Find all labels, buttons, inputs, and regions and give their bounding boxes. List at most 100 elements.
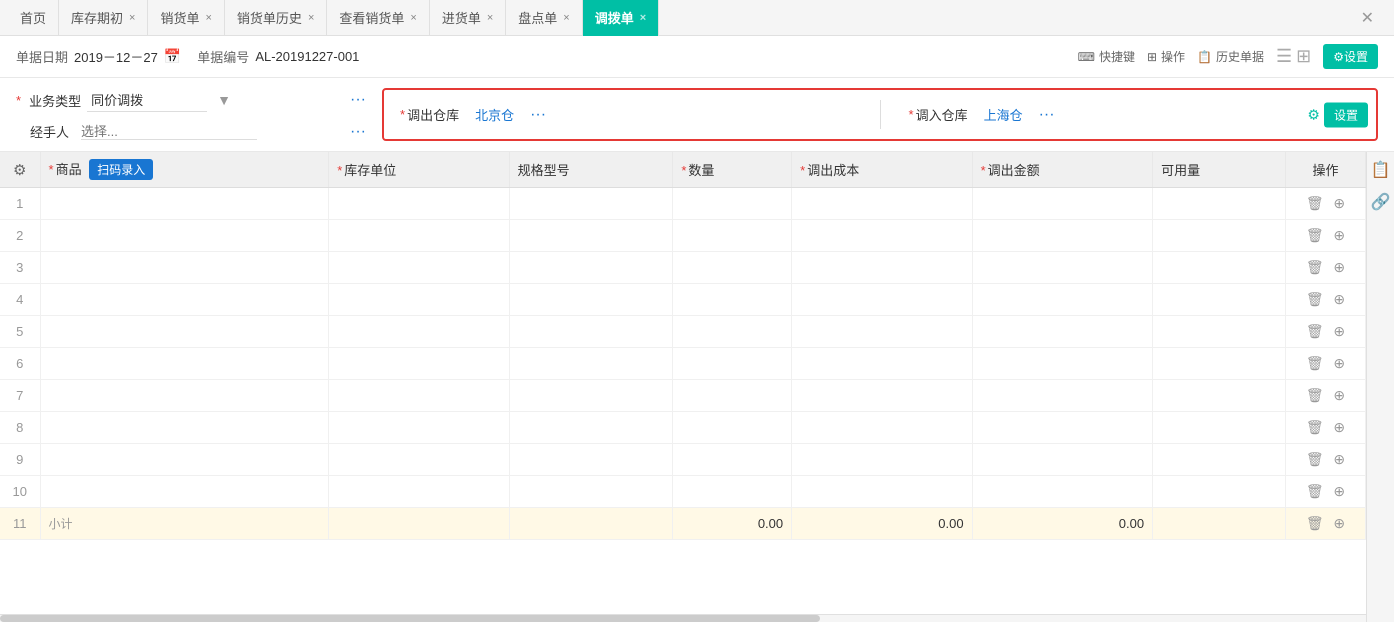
table-container[interactable]: ⚙ 商品 扫码录入 库存单位 规格型号 数量 调出成本 调出金额 可用量 操作	[0, 152, 1366, 614]
unit-cell-8[interactable]	[329, 412, 509, 444]
copy-icon-3[interactable]: ⊕	[1333, 259, 1345, 275]
tab-sales-order[interactable]: 销货单 ×	[148, 0, 224, 36]
tab-inventory-count[interactable]: 盘点单 ×	[506, 0, 582, 36]
business-type-more-icon[interactable]: ···	[350, 91, 366, 109]
product-cell-4[interactable]	[40, 284, 329, 316]
delete-icon-7[interactable]: 🗑	[1306, 387, 1324, 403]
tab-close-sales-history[interactable]: ×	[308, 12, 314, 24]
delete-icon-4[interactable]: 🗑	[1306, 291, 1324, 307]
in-warehouse-value[interactable]: 上海仓	[984, 105, 1023, 124]
date-value[interactable]: 2019－12－27	[74, 47, 158, 66]
copy-icon-11[interactable]: ⊕	[1333, 515, 1345, 531]
product-cell-10[interactable]	[40, 476, 329, 508]
tab-close-view-sales[interactable]: ×	[410, 12, 416, 24]
tab-close-sales-order[interactable]: ×	[205, 12, 211, 24]
sidebar-document-icon[interactable]: 📋	[1371, 160, 1391, 180]
unit-cell-2[interactable]	[329, 220, 509, 252]
horizontal-scrollbar[interactable]	[0, 614, 1366, 622]
tab-purchase-order[interactable]: 进货单 ×	[430, 0, 506, 36]
tab-sales-history[interactable]: 销货单历史 ×	[225, 0, 327, 36]
spec-cell-5[interactable]	[509, 316, 673, 348]
table-gear-icon[interactable]: ⚙	[13, 162, 26, 179]
amount-cell-10[interactable]	[972, 476, 1152, 508]
cost-cell-6[interactable]	[792, 348, 972, 380]
delete-icon-1[interactable]: 🗑	[1306, 195, 1324, 211]
tab-view-sales[interactable]: 查看销货单 ×	[327, 0, 429, 36]
handler-input[interactable]	[81, 124, 257, 140]
amount-cell-2[interactable]	[972, 220, 1152, 252]
unit-cell-10[interactable]	[329, 476, 509, 508]
delete-icon-5[interactable]: 🗑	[1306, 323, 1324, 339]
copy-icon-1[interactable]: ⊕	[1333, 195, 1345, 211]
amount-cell-6[interactable]	[972, 348, 1152, 380]
unit-cell-6[interactable]	[329, 348, 509, 380]
quantity-cell-8[interactable]	[673, 412, 792, 444]
cost-cell-5[interactable]	[792, 316, 972, 348]
business-type-dropdown-icon[interactable]: ▼	[217, 92, 231, 108]
product-cell-8[interactable]	[40, 412, 329, 444]
layout-list-icon[interactable]: ☰	[1276, 46, 1292, 67]
delete-icon-10[interactable]: 🗑	[1306, 483, 1324, 499]
product-cell-3[interactable]	[40, 252, 329, 284]
sidebar-expand-icon[interactable]: 🔗	[1371, 192, 1391, 212]
quantity-cell-7[interactable]	[673, 380, 792, 412]
spec-cell-4[interactable]	[509, 284, 673, 316]
tab-close-inventory-init[interactable]: ×	[129, 12, 135, 24]
amount-cell-5[interactable]	[972, 316, 1152, 348]
delete-icon-11[interactable]: 🗑	[1306, 515, 1324, 531]
copy-icon-4[interactable]: ⊕	[1333, 291, 1345, 307]
product-cell-2[interactable]	[40, 220, 329, 252]
spec-cell-8[interactable]	[509, 412, 673, 444]
copy-icon-10[interactable]: ⊕	[1333, 483, 1345, 499]
copy-icon-2[interactable]: ⊕	[1333, 227, 1345, 243]
delete-icon-6[interactable]: 🗑	[1306, 355, 1324, 371]
product-cell-1[interactable]	[40, 188, 329, 220]
quantity-cell-4[interactable]	[673, 284, 792, 316]
delete-icon-3[interactable]: 🗑	[1306, 259, 1324, 275]
amount-cell-8[interactable]	[972, 412, 1152, 444]
amount-cell-3[interactable]	[972, 252, 1152, 284]
quantity-cell-2[interactable]	[673, 220, 792, 252]
cost-cell-2[interactable]	[792, 220, 972, 252]
copy-icon-6[interactable]: ⊕	[1333, 355, 1345, 371]
cost-cell-1[interactable]	[792, 188, 972, 220]
tab-close-purchase-order[interactable]: ×	[487, 12, 493, 24]
product-cell-6[interactable]	[40, 348, 329, 380]
unit-cell-1[interactable]	[329, 188, 509, 220]
copy-icon-7[interactable]: ⊕	[1333, 387, 1345, 403]
cost-cell-4[interactable]	[792, 284, 972, 316]
spec-cell-9[interactable]	[509, 444, 673, 476]
quantity-cell-10[interactable]	[673, 476, 792, 508]
cost-cell-9[interactable]	[792, 444, 972, 476]
scan-button[interactable]: 扫码录入	[89, 159, 153, 180]
spec-cell-6[interactable]	[509, 348, 673, 380]
quantity-cell-3[interactable]	[673, 252, 792, 284]
quantity-cell-1[interactable]	[673, 188, 792, 220]
handler-more-icon[interactable]: ···	[350, 123, 366, 141]
amount-cell-7[interactable]	[972, 380, 1152, 412]
tab-home[interactable]: 首页	[8, 0, 59, 36]
out-warehouse-value[interactable]: 北京仓	[475, 105, 514, 124]
copy-icon-5[interactable]: ⊕	[1333, 323, 1345, 339]
form-setting-button[interactable]: 设置	[1324, 102, 1368, 127]
unit-cell-7[interactable]	[329, 380, 509, 412]
business-type-value[interactable]: 同价调拨	[87, 88, 207, 112]
product-cell-9[interactable]	[40, 444, 329, 476]
amount-cell-9[interactable]	[972, 444, 1152, 476]
copy-icon-9[interactable]: ⊕	[1333, 451, 1345, 467]
form-gear-icon[interactable]: ⚙	[1307, 106, 1320, 123]
quantity-cell-5[interactable]	[673, 316, 792, 348]
cost-cell-7[interactable]	[792, 380, 972, 412]
tab-transfer[interactable]: 调拨单 ×	[583, 0, 659, 36]
unit-cell-4[interactable]	[329, 284, 509, 316]
window-close-button[interactable]: ✕	[1349, 8, 1386, 28]
unit-cell-3[interactable]	[329, 252, 509, 284]
history-button[interactable]: 📋 历史单据	[1197, 48, 1264, 65]
spec-cell-1[interactable]	[509, 188, 673, 220]
spec-cell-3[interactable]	[509, 252, 673, 284]
cost-cell-8[interactable]	[792, 412, 972, 444]
cost-cell-10[interactable]	[792, 476, 972, 508]
amount-cell-4[interactable]	[972, 284, 1152, 316]
calendar-icon[interactable]: 📅	[164, 48, 181, 65]
product-cell-5[interactable]	[40, 316, 329, 348]
